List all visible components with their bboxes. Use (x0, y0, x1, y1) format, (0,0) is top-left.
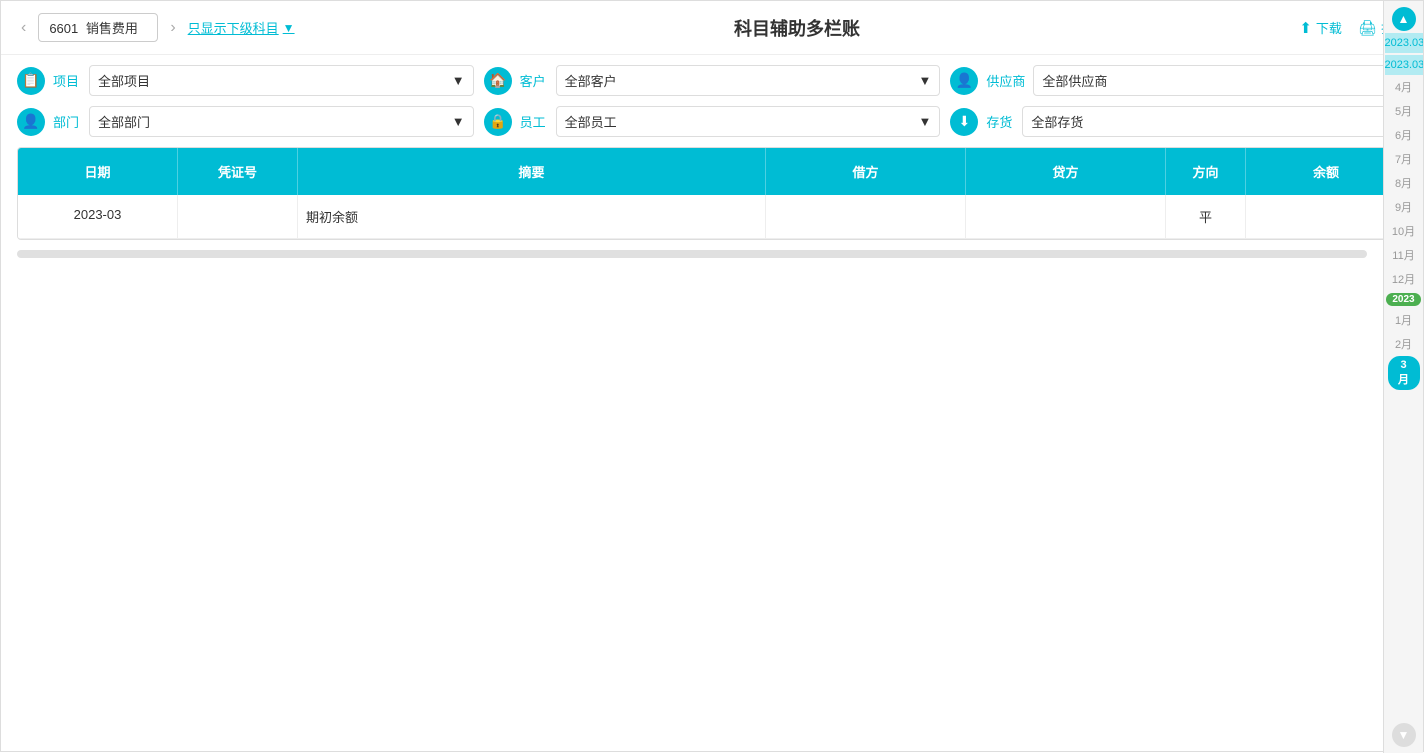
cell-voucher (178, 195, 298, 238)
supplier-filter: 👤 供应商 全部供应商 ▼ (950, 65, 1407, 96)
timeline-up-btn[interactable]: ▲ (1392, 7, 1416, 31)
inventory-icon: ⬇ (950, 108, 978, 136)
timeline-month-8[interactable]: 8月 (1384, 171, 1423, 195)
customer-label: 客户 (520, 71, 548, 90)
side-timeline: ▲ 2023.03 2023.03 4月 5月 6月 7月 8月 9月 10月 … (1383, 1, 1423, 753)
timeline-year-badge: 2023 (1386, 293, 1420, 306)
timeline-month-4[interactable]: 4月 (1384, 75, 1423, 99)
timeline-month-6[interactable]: 6月 (1384, 123, 1423, 147)
customer-value: 全部客户 (565, 71, 617, 90)
col-balance: 余额 (1246, 148, 1406, 195)
department-chevron-icon: ▼ (452, 114, 465, 129)
download-label: 下载 (1316, 18, 1342, 37)
customer-chevron-icon: ▼ (918, 73, 931, 88)
col-debit: 借方 (766, 148, 966, 195)
employee-filter: 🔒 员工 全部员工 ▼ (484, 106, 941, 137)
timeline-selected-top[interactable]: 2023.03 (1385, 33, 1423, 53)
employee-icon: 🔒 (484, 108, 512, 136)
show-sub-chevron-icon: ▼ (283, 21, 295, 35)
department-value: 全部部门 (98, 112, 150, 131)
timeline-selected-top-label: 2023.03 (1385, 37, 1424, 49)
supplier-select[interactable]: 全部供应商 ▼ (1033, 65, 1407, 96)
project-filter: 📋 项目 全部项目 ▼ (17, 65, 474, 96)
department-select[interactable]: 全部部门 ▼ (89, 106, 474, 137)
supplier-value: 全部供应商 (1042, 71, 1107, 90)
horizontal-scrollbar[interactable] (17, 250, 1367, 258)
cell-debit (766, 195, 966, 238)
next-account-btn[interactable]: › (166, 17, 179, 39)
cell-balance (1246, 195, 1406, 238)
inventory-value: 全部存货 (1031, 112, 1083, 131)
timeline-month-5[interactable]: 5月 (1384, 99, 1423, 123)
header: ‹ 6601 销售费用 › 只显示下级科目 ▼ 科目辅助多栏账 ⬆ 下载 🖨 打… (1, 1, 1423, 55)
filter-bar: 📋 项目 全部项目 ▼ 🏠 客户 全部客户 ▼ 👤 供应商 全部供应商 ▼ (1, 55, 1423, 147)
download-button[interactable]: ⬆ 下载 (1299, 18, 1342, 37)
download-icon: ⬆ (1299, 19, 1312, 37)
data-table: 日期 凭证号 摘要 借方 贷方 方向 余额 2023-03 期初余额 平 (17, 147, 1407, 240)
supplier-icon: 👤 (950, 67, 978, 95)
page-title: 科目辅助多栏账 (303, 15, 1292, 41)
timeline-month-2[interactable]: 2月 (1384, 332, 1423, 356)
cell-direction: 平 (1166, 195, 1246, 238)
employee-chevron-icon: ▼ (918, 114, 931, 129)
account-tag: 6601 销售费用 (38, 13, 158, 42)
inventory-label: 存货 (986, 112, 1014, 131)
cell-date: 2023-03 (18, 195, 178, 238)
customer-select[interactable]: 全部客户 ▼ (556, 65, 941, 96)
inventory-select[interactable]: 全部存货 ▼ (1022, 106, 1407, 137)
show-sub-button[interactable]: 只显示下级科目 ▼ (188, 18, 295, 37)
col-date: 日期 (18, 148, 178, 195)
account-name: 销售费用 (86, 21, 138, 36)
account-code: 6601 (49, 21, 78, 36)
customer-icon: 🏠 (484, 67, 512, 95)
print-icon: 🖨 (1358, 19, 1377, 37)
project-icon: 📋 (17, 67, 45, 95)
employee-value: 全部员工 (565, 112, 617, 131)
employee-label: 员工 (520, 112, 548, 131)
timeline-month-3-current[interactable]: 3月 (1388, 356, 1420, 390)
department-icon: 👤 (17, 108, 45, 136)
supplier-label: 供应商 (986, 71, 1025, 90)
cell-credit (966, 195, 1166, 238)
project-label: 项目 (53, 71, 81, 90)
show-sub-label: 只显示下级科目 (188, 18, 279, 37)
department-label: 部门 (53, 112, 81, 131)
col-summary: 摘要 (298, 148, 766, 195)
project-chevron-icon: ▼ (452, 73, 465, 88)
timeline-months-section: 4月 5月 6月 7月 8月 9月 10月 11月 12月 (1384, 75, 1423, 291)
col-credit: 贷方 (966, 148, 1166, 195)
timeline-selected-highlight[interactable]: 2023.03 (1385, 55, 1423, 75)
table-header: 日期 凭证号 摘要 借方 贷方 方向 余额 (18, 148, 1406, 195)
timeline-month-1[interactable]: 1月 (1384, 308, 1423, 332)
timeline-next-year-section: 1月 2月 3月 (1384, 308, 1423, 390)
timeline-month-11[interactable]: 11月 (1384, 243, 1423, 267)
col-voucher: 凭证号 (178, 148, 298, 195)
project-select[interactable]: 全部项目 ▼ (89, 65, 474, 96)
table-body: 2023-03 期初余额 平 (18, 195, 1406, 239)
main-window: ‹ 6601 销售费用 › 只显示下级科目 ▼ 科目辅助多栏账 ⬆ 下载 🖨 打… (0, 0, 1424, 752)
timeline-month-9[interactable]: 9月 (1384, 195, 1423, 219)
timeline-month-10[interactable]: 10月 (1384, 219, 1423, 243)
project-value: 全部项目 (98, 71, 150, 90)
prev-account-btn[interactable]: ‹ (17, 17, 30, 39)
scrollbar-area (17, 250, 1407, 258)
timeline-selected-highlight-label: 2023.03 (1385, 59, 1424, 71)
cell-summary: 期初余额 (298, 195, 766, 238)
table-row: 2023-03 期初余额 平 (18, 195, 1406, 239)
timeline-month-7[interactable]: 7月 (1384, 147, 1423, 171)
department-filter: 👤 部门 全部部门 ▼ (17, 106, 474, 137)
timeline-down-btn[interactable]: ▼ (1392, 723, 1416, 747)
customer-filter: 🏠 客户 全部客户 ▼ (484, 65, 941, 96)
col-direction: 方向 (1166, 148, 1246, 195)
timeline-month-12[interactable]: 12月 (1384, 267, 1423, 291)
inventory-filter: ⬇ 存货 全部存货 ▼ (950, 106, 1407, 137)
employee-select[interactable]: 全部员工 ▼ (556, 106, 941, 137)
